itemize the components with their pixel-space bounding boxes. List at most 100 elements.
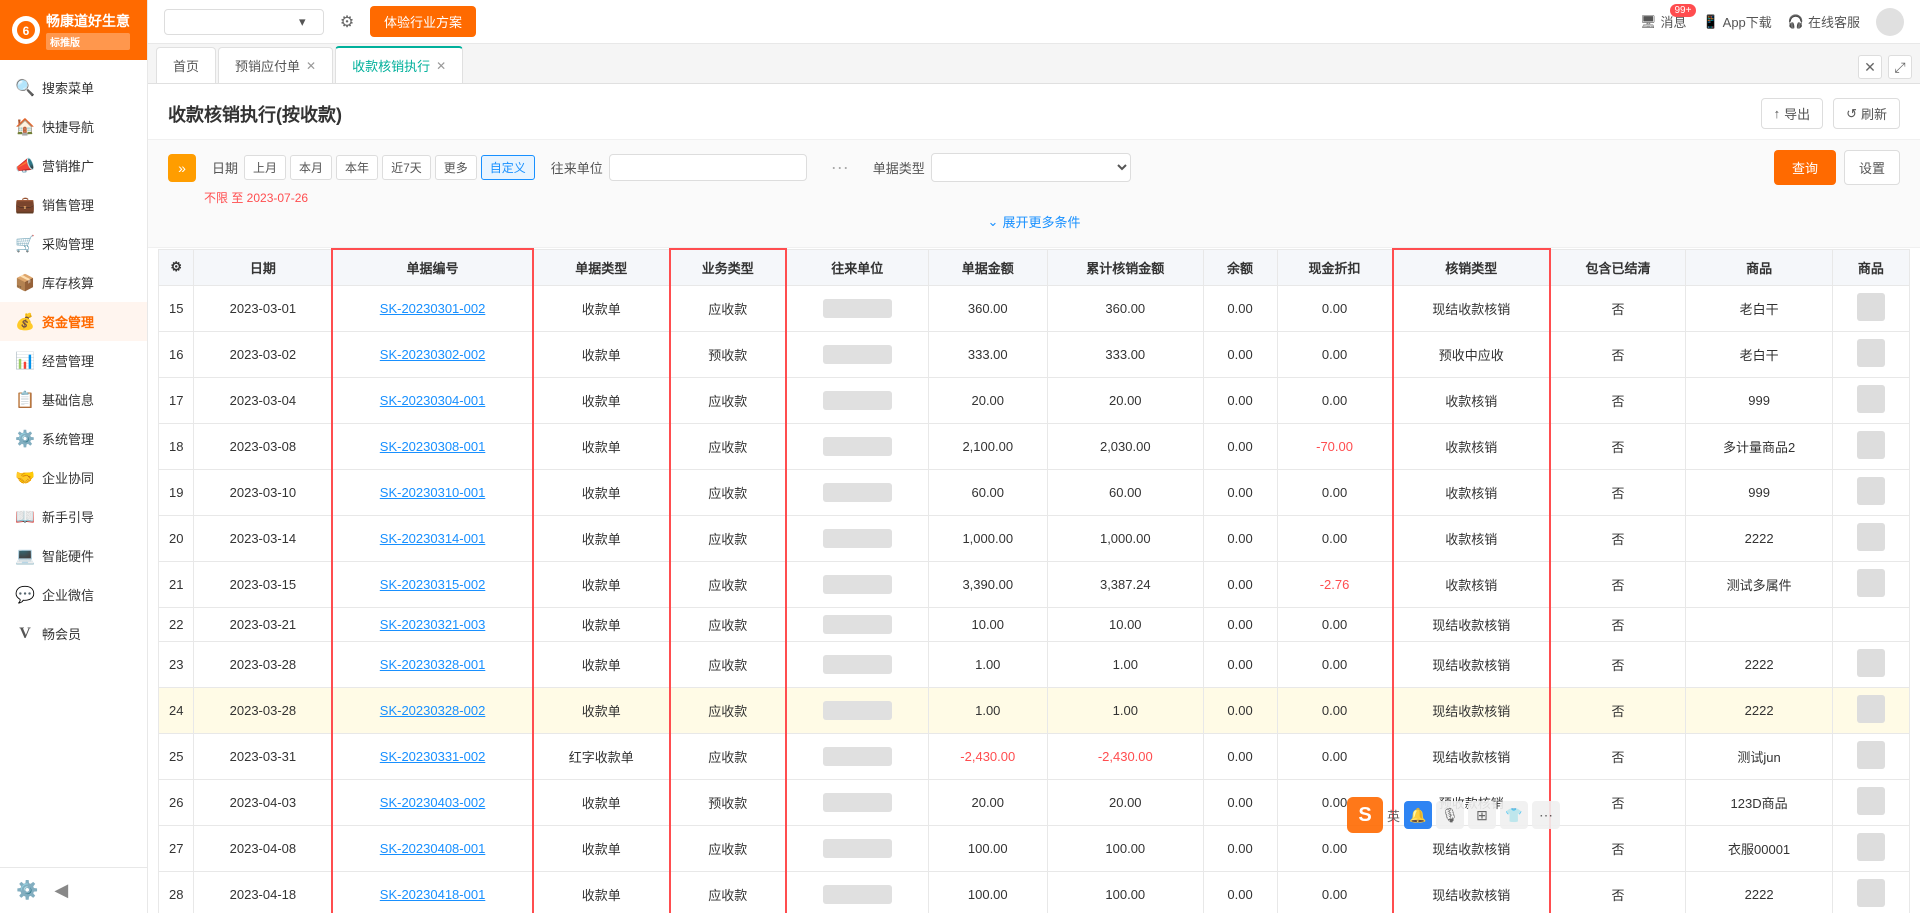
- s-shirt-icon[interactable]: 👕: [1500, 801, 1528, 829]
- cell-doc-no[interactable]: SK-20230321-003: [332, 608, 532, 642]
- cell-write-off-type: 现结收款核销: [1393, 642, 1550, 688]
- user-avatar[interactable]: [1876, 8, 1904, 36]
- date-7days-btn[interactable]: 近7天: [382, 155, 431, 180]
- cell-doc-no[interactable]: SK-20230403-002: [332, 780, 532, 826]
- date-last-month-btn[interactable]: 上月: [244, 155, 286, 180]
- close-tab-button[interactable]: ✕: [1858, 55, 1882, 79]
- logo-text: 畅康道好生意 标推版: [46, 11, 130, 50]
- cell-doc-no[interactable]: SK-20230302-002: [332, 332, 532, 378]
- cell-product-img: [1832, 516, 1909, 562]
- sidebar-item-finance[interactable]: 💰 资金管理: [0, 302, 147, 341]
- tab-prepay-order[interactable]: 预销应付单 ✕: [218, 47, 333, 83]
- collapse-icon[interactable]: ◀: [54, 880, 68, 901]
- cell-doc-no[interactable]: SK-20230328-001: [332, 642, 532, 688]
- cell-doc-no[interactable]: SK-20230328-002: [332, 688, 532, 734]
- cell-no: 18: [159, 424, 194, 470]
- scenario-selector[interactable]: ▾: [164, 9, 324, 35]
- tab-close-collection[interactable]: ✕: [436, 59, 446, 73]
- cell-doc-no[interactable]: SK-20230308-001: [332, 424, 532, 470]
- cell-doc-no[interactable]: SK-20230314-001: [332, 516, 532, 562]
- date-this-year-btn[interactable]: 本年: [336, 155, 378, 180]
- cell-no: 17: [159, 378, 194, 424]
- filter-dots[interactable]: ···: [823, 157, 857, 178]
- cell-write-off-type: 现结收款核销: [1393, 688, 1550, 734]
- sidebar-item-collab[interactable]: 🤝 企业协同: [0, 458, 147, 497]
- sidebar-item-marketing[interactable]: 📣 营销推广: [0, 146, 147, 185]
- table-container[interactable]: ⚙ 日期 单据编号 单据类型 业务类型 往来单位 单据金额 累计核销金额 余额 …: [148, 248, 1920, 913]
- sidebar-item-basic[interactable]: 📋 基础信息: [0, 380, 147, 419]
- filter-row: » 日期 上月 本月 本年 近7天 更多 自定义 往来单位 ·: [168, 150, 1900, 185]
- cell-doc-no[interactable]: SK-20230331-002: [332, 734, 532, 780]
- solution-button[interactable]: 体验行业方案: [370, 6, 476, 37]
- cell-no: 19: [159, 470, 194, 516]
- s-mic-icon[interactable]: 🎙: [1436, 801, 1464, 829]
- cell-discount: 0.00: [1277, 286, 1393, 332]
- gear-icon[interactable]: ⚙: [332, 7, 362, 37]
- sidebar-item-search[interactable]: 🔍 搜索菜单: [0, 68, 147, 107]
- th-settings[interactable]: ⚙: [159, 249, 194, 286]
- filter-expand-button[interactable]: »: [168, 154, 196, 182]
- cell-balance: 0.00: [1203, 872, 1277, 913]
- cell-doc-no[interactable]: SK-20230315-002: [332, 562, 532, 608]
- sidebar-item-purchase[interactable]: 🛒 采购管理: [0, 224, 147, 263]
- cell-amount: 60.00: [928, 470, 1047, 516]
- doc-type-select[interactable]: [931, 153, 1131, 182]
- settings-button[interactable]: 设置: [1844, 150, 1900, 185]
- refresh-button[interactable]: ↺ 刷新: [1833, 98, 1900, 129]
- sidebar-item-operations[interactable]: 📊 经营管理: [0, 341, 147, 380]
- tab-collection-verify[interactable]: 收款核销执行 ✕: [335, 46, 463, 83]
- expand-more-link[interactable]: ⌄ 展开更多条件: [988, 212, 1081, 231]
- online-service-action[interactable]: 🎧 在线客服: [1788, 12, 1860, 31]
- app-download-action[interactable]: 📱 App下载: [1702, 12, 1771, 31]
- page-header-actions: ↑ 导出 ↺ 刷新: [1761, 98, 1900, 129]
- topbar: ▾ ⚙ 体验行业方案 🖥 消息 99+ 📱 App下载 🎧 在线客服: [148, 0, 1920, 44]
- cell-doc-type: 收款单: [533, 470, 670, 516]
- cell-doc-type: 收款单: [533, 642, 670, 688]
- cell-doc-no[interactable]: SK-20230301-002: [332, 286, 532, 332]
- cell-doc-no[interactable]: SK-20230310-001: [332, 470, 532, 516]
- date-custom-btn[interactable]: 自定义: [481, 155, 535, 180]
- date-more-btn[interactable]: 更多: [435, 155, 477, 180]
- s-grid-icon[interactable]: ⊞: [1468, 801, 1496, 829]
- cell-balance: 0.00: [1203, 378, 1277, 424]
- table-row: 17 2023-03-04 SK-20230304-001 收款单 应收款 20…: [159, 378, 1910, 424]
- tab-close-prepay[interactable]: ✕: [306, 59, 316, 73]
- cell-partner: [786, 378, 928, 424]
- sidebar-item-hardware[interactable]: 💻 智能硬件: [0, 536, 147, 575]
- cell-product: 123D商品: [1686, 780, 1833, 826]
- messages-action[interactable]: 🖥 消息 99+: [1640, 12, 1687, 31]
- expand-tab-button[interactable]: ⤢: [1888, 55, 1912, 79]
- cell-partner: [786, 688, 928, 734]
- sidebar-item-vip[interactable]: V 畅会员: [0, 614, 147, 653]
- sidebar-item-quicknav[interactable]: 🏠 快捷导航: [0, 107, 147, 146]
- cell-date: 2023-03-28: [194, 688, 332, 734]
- cell-doc-no[interactable]: SK-20230408-001: [332, 826, 532, 872]
- cell-write-off-type: 收款核销: [1393, 516, 1550, 562]
- tab-home[interactable]: 首页: [156, 47, 216, 83]
- partner-input[interactable]: [609, 154, 807, 181]
- s-blue-icon[interactable]: 🔔: [1404, 801, 1432, 829]
- cell-included: 否: [1550, 780, 1686, 826]
- cell-no: 23: [159, 642, 194, 688]
- sidebar-item-guide[interactable]: 📖 新手引导: [0, 497, 147, 536]
- cell-amount: -2,430.00: [928, 734, 1047, 780]
- cell-no: 26: [159, 780, 194, 826]
- sidebar-item-sales[interactable]: 💼 销售管理: [0, 185, 147, 224]
- cell-balance: 0.00: [1203, 608, 1277, 642]
- th-doc-type: 单据类型: [533, 249, 670, 286]
- s-apps-icon[interactable]: ⋯: [1532, 801, 1560, 829]
- sidebar-item-wxwork[interactable]: 💬 企业微信: [0, 575, 147, 614]
- sidebar-item-inventory[interactable]: 📦 库存核算: [0, 263, 147, 302]
- cell-product-img: [1832, 470, 1909, 516]
- cell-doc-no[interactable]: SK-20230304-001: [332, 378, 532, 424]
- date-this-month-btn[interactable]: 本月: [290, 155, 332, 180]
- sidebar-item-system[interactable]: ⚙️ 系统管理: [0, 419, 147, 458]
- query-button[interactable]: 查询: [1774, 150, 1836, 185]
- settings-bottom-icon[interactable]: ⚙️: [16, 880, 38, 901]
- cell-doc-no[interactable]: SK-20230418-001: [332, 872, 532, 913]
- s-watermark: S 英 🔔 🎙 ⊞ 👕 ⋯: [1347, 797, 1560, 833]
- cell-included: 否: [1550, 688, 1686, 734]
- export-button[interactable]: ↑ 导出: [1761, 98, 1824, 129]
- filter-bar: » 日期 上月 本月 本年 近7天 更多 自定义 往来单位 ·: [148, 140, 1920, 248]
- cell-partner: [786, 608, 928, 642]
